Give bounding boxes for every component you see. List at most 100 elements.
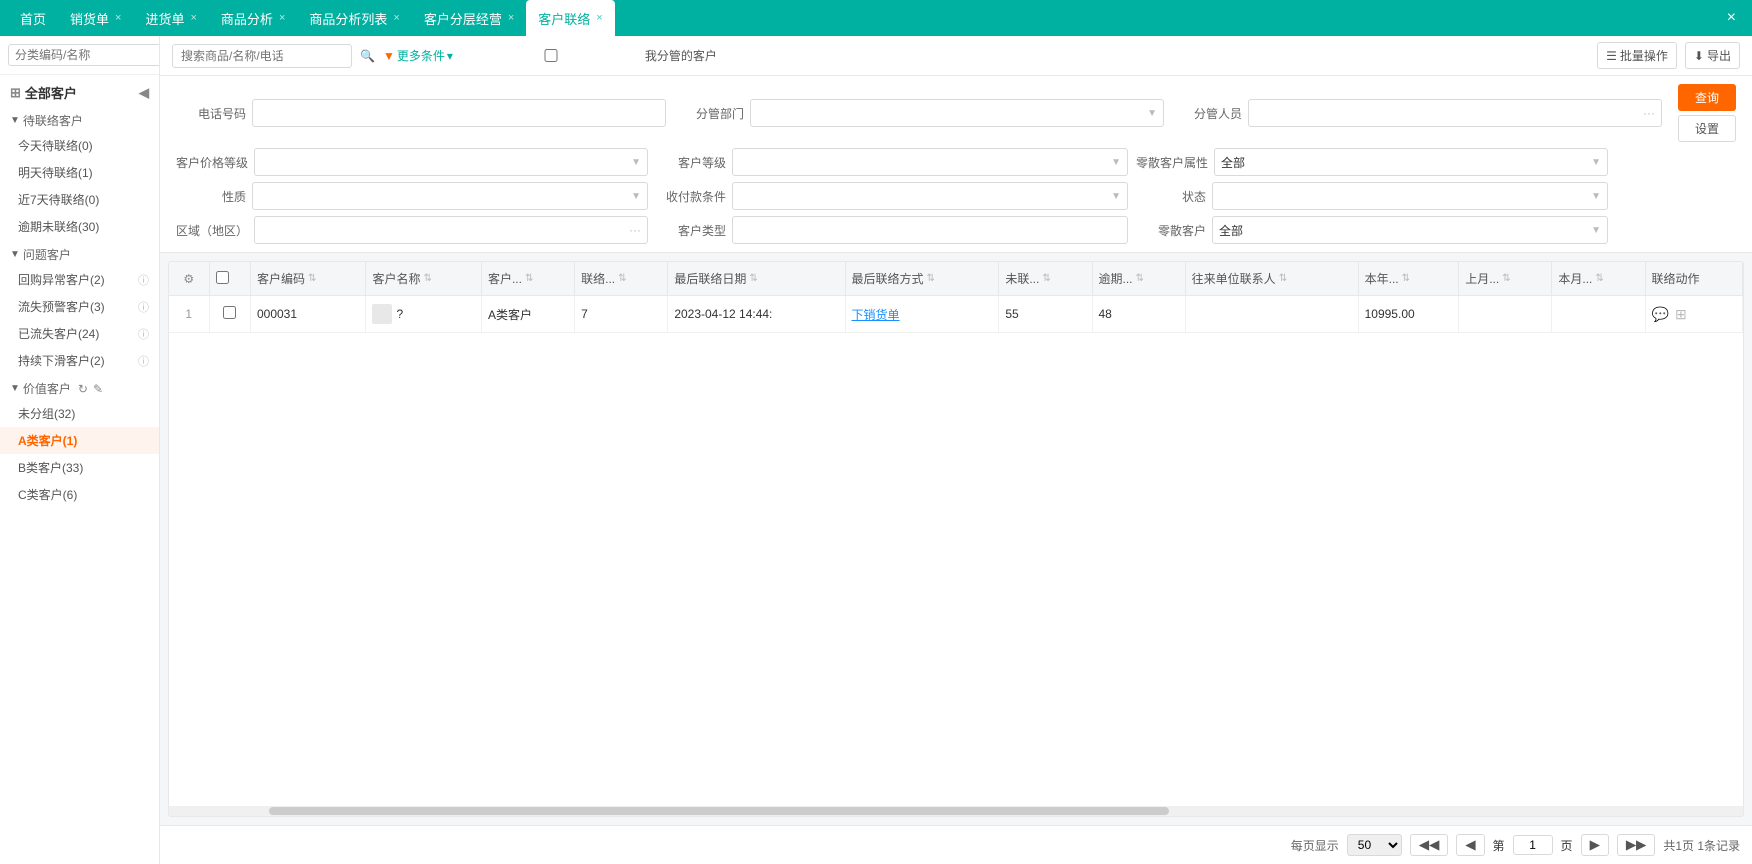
sort-contact-icon[interactable]: ⇅ bbox=[618, 273, 626, 284]
sidebar-item-tomorrow[interactable]: 明天待联络(1) bbox=[0, 159, 159, 186]
section-pending-contact[interactable]: ▼ 待联络客户 bbox=[0, 106, 159, 132]
nav-home[interactable]: 首页 bbox=[8, 0, 58, 36]
sort-type-icon[interactable]: ⇅ bbox=[525, 273, 533, 284]
search-input[interactable] bbox=[172, 44, 352, 68]
section-problem-customers[interactable]: ▼ 问题客户 bbox=[0, 240, 159, 266]
retail-attr-select[interactable]: 全部 ▼ bbox=[1214, 148, 1608, 176]
nature-select[interactable]: ▼ bbox=[252, 182, 648, 210]
retail-customer-value: 全部 bbox=[1219, 222, 1243, 239]
th-contact-person-label: 往来单位联系人 bbox=[1192, 270, 1276, 287]
close-product-analysis-list[interactable]: × bbox=[393, 12, 399, 24]
close-customer-segmentation[interactable]: × bbox=[508, 12, 514, 24]
edit-icon[interactable]: ✎ bbox=[93, 382, 103, 396]
manager-input[interactable]: ··· bbox=[1248, 99, 1662, 127]
customer-grade-select[interactable]: ▼ bbox=[732, 148, 1128, 176]
status-select[interactable]: ▼ bbox=[1212, 182, 1608, 210]
my-customers-checkbox[interactable] bbox=[461, 49, 641, 62]
field-department: 分管部门 ▼ bbox=[674, 99, 1164, 127]
close-purchase-order[interactable]: × bbox=[190, 12, 196, 24]
sidebar-collapse-button[interactable]: ◀ bbox=[139, 85, 149, 101]
page-size-select[interactable]: 50 100 200 bbox=[1347, 834, 1402, 856]
nav-customer-contact[interactable]: 客户联络 × bbox=[526, 0, 614, 36]
row-checkbox[interactable] bbox=[223, 306, 236, 319]
phone-input[interactable] bbox=[252, 99, 666, 127]
sort-this-year-icon[interactable]: ⇅ bbox=[1402, 273, 1410, 284]
ungrouped-label: 未分组(32) bbox=[18, 405, 149, 422]
settings-button[interactable]: 设置 bbox=[1678, 115, 1736, 142]
sort-not-contacted-icon[interactable]: ⇅ bbox=[1042, 273, 1050, 284]
more-filter-button[interactable]: ▼ 更多条件 ▾ bbox=[383, 47, 453, 64]
sort-code-icon[interactable]: ⇅ bbox=[308, 273, 316, 284]
price-grade-select[interactable]: ▼ bbox=[254, 148, 648, 176]
row-action: 💬 ⊞ bbox=[1645, 296, 1742, 333]
sidebar-item-today[interactable]: 今天待联络(0) bbox=[0, 132, 159, 159]
th-gear[interactable]: ⚙ bbox=[169, 262, 209, 296]
nature-label: 性质 bbox=[176, 188, 246, 205]
sort-overdue-icon[interactable]: ⇅ bbox=[1136, 273, 1144, 284]
filter-search-icon[interactable]: 🔍 bbox=[360, 49, 375, 63]
sidebar-item-churned[interactable]: 已流失客户(24) ⓘ bbox=[0, 320, 159, 347]
refresh-icon[interactable]: ↻ bbox=[78, 382, 88, 396]
sidebar-item-class-a[interactable]: A类客户(1) bbox=[0, 427, 159, 454]
prev-page-button[interactable]: ◀ bbox=[1456, 834, 1484, 856]
sidebar-search-area: 🔍 bbox=[0, 36, 159, 75]
nature-arrow: ▼ bbox=[631, 191, 641, 202]
sidebar-item-repeat-abnormal[interactable]: 回购异常客户(2) ⓘ bbox=[0, 266, 159, 293]
nav-purchase-order[interactable]: 进货单 × bbox=[133, 0, 208, 36]
sidebar-item-ungrouped[interactable]: 未分组(32) bbox=[0, 400, 159, 427]
qr-icon[interactable]: ⊞ bbox=[1675, 306, 1687, 323]
sidebar-item-churn-warning[interactable]: 流失预警客户(3) ⓘ bbox=[0, 293, 159, 320]
last-page-button[interactable]: ▶▶ bbox=[1617, 834, 1656, 856]
sidebar-item-class-c[interactable]: C类客户(6) bbox=[0, 481, 159, 508]
nav-product-analysis[interactable]: 商品分析 × bbox=[209, 0, 297, 36]
sort-this-month-icon[interactable]: ⇅ bbox=[1595, 273, 1603, 284]
customer-type-input[interactable] bbox=[732, 216, 1128, 244]
next-page-button[interactable]: ▶ bbox=[1581, 834, 1609, 856]
th-overdue: 逾期...⇅ bbox=[1092, 262, 1185, 296]
close-sales-order[interactable]: × bbox=[115, 12, 121, 24]
export-button[interactable]: ⬇ 导出 bbox=[1685, 42, 1740, 69]
class-a-label: A类客户(1) bbox=[18, 432, 149, 449]
global-close-button[interactable]: × bbox=[1719, 5, 1744, 31]
message-icon[interactable]: 💬 bbox=[1652, 306, 1669, 323]
row-last-method: 下销货单 bbox=[845, 296, 999, 333]
sidebar-search-input[interactable] bbox=[8, 44, 160, 66]
nav-product-analysis-list[interactable]: 商品分析列表 × bbox=[297, 0, 411, 36]
th-last-date: 最后联络日期⇅ bbox=[668, 262, 845, 296]
select-all-checkbox[interactable] bbox=[216, 271, 229, 284]
region-input[interactable]: ··· bbox=[254, 216, 648, 244]
price-grade-arrow: ▼ bbox=[631, 157, 641, 168]
query-button[interactable]: 查询 bbox=[1678, 84, 1736, 111]
all-customers-label[interactable]: 全部客户 bbox=[25, 83, 77, 102]
sidebar-item-class-b[interactable]: B类客户(33) bbox=[0, 454, 159, 481]
nav-customer-segmentation[interactable]: 客户分层经营 × bbox=[412, 0, 526, 36]
sidebar-item-7days[interactable]: 近7天待联络(0) bbox=[0, 186, 159, 213]
sort-name-icon[interactable]: ⇅ bbox=[423, 273, 431, 284]
retail-attr-value: 全部 bbox=[1221, 154, 1245, 171]
last-method-link[interactable]: 下销货单 bbox=[852, 308, 900, 322]
department-select[interactable]: ▼ bbox=[750, 99, 1164, 127]
sidebar: 🔍 ⊞ 全部客户 ◀ ▼ 待联络客户 今天待联络(0) 明天待联络(1) 近7天… bbox=[0, 36, 160, 864]
close-customer-contact[interactable]: × bbox=[596, 12, 602, 24]
section-value-customers[interactable]: ▼ 价值客户 ↻ ✎ bbox=[0, 374, 159, 400]
sidebar-item-declining[interactable]: 持续下滑客户(2) ⓘ bbox=[0, 347, 159, 374]
row-this-year: 10995.00 bbox=[1358, 296, 1459, 333]
retail-customer-select[interactable]: 全部 ▼ bbox=[1212, 216, 1608, 244]
payment-arrow: ▼ bbox=[1111, 191, 1121, 202]
sort-last-date-icon[interactable]: ⇅ bbox=[749, 273, 757, 284]
close-product-analysis[interactable]: × bbox=[279, 12, 285, 24]
field-region: 区域（地区） ··· bbox=[176, 216, 648, 244]
sort-last-method-icon[interactable]: ⇅ bbox=[927, 273, 935, 284]
first-page-button[interactable]: ◀◀ bbox=[1410, 834, 1449, 856]
page-number-input[interactable] bbox=[1513, 835, 1553, 855]
sort-last-month-icon[interactable]: ⇅ bbox=[1502, 273, 1510, 284]
gear-icon[interactable]: ⚙ bbox=[183, 272, 194, 286]
payment-select[interactable]: ▼ bbox=[732, 182, 1128, 210]
nav-sales-order[interactable]: 销货单 × bbox=[58, 0, 133, 36]
info-icon-2: ⓘ bbox=[138, 299, 149, 315]
churn-warning-label: 流失预警客户(3) bbox=[18, 298, 138, 315]
sort-contact-person-icon[interactable]: ⇅ bbox=[1279, 273, 1287, 284]
th-action: 联络动作 bbox=[1645, 262, 1742, 296]
batch-operation-button[interactable]: ☰ 批量操作 bbox=[1597, 42, 1677, 69]
sidebar-item-overdue[interactable]: 逾期未联络(30) bbox=[0, 213, 159, 240]
